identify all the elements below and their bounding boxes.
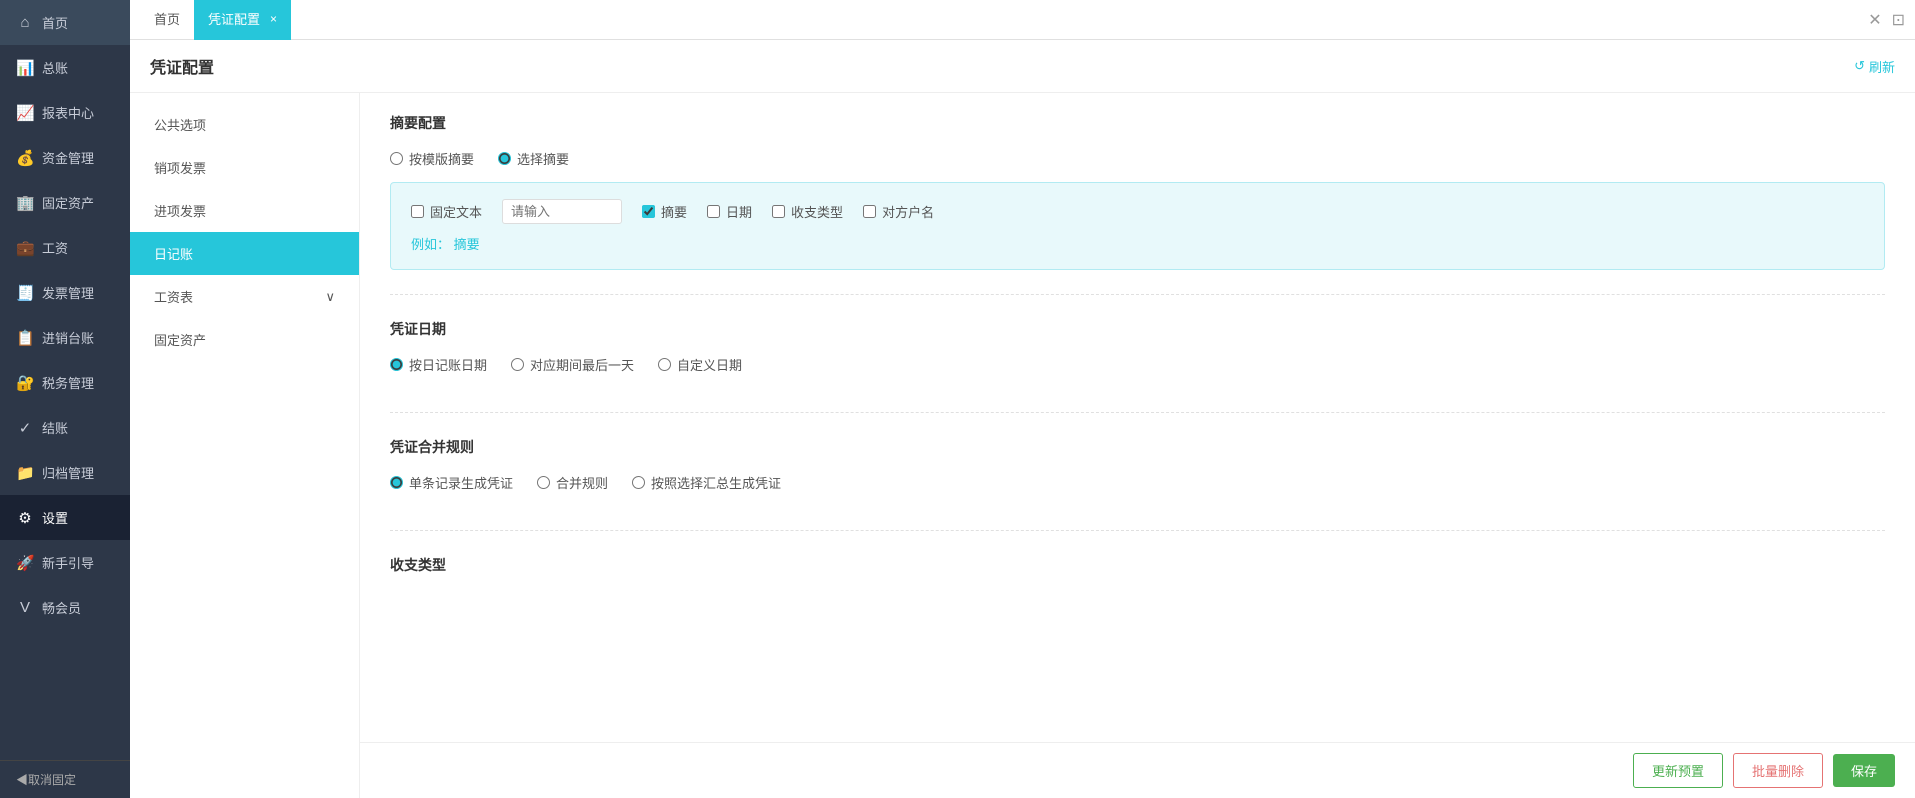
archive-icon: 📁 xyxy=(16,464,34,482)
salary-icon: 💼 xyxy=(16,239,34,257)
save-button[interactable]: 保存 xyxy=(1833,754,1895,787)
merge-rule-radio-single[interactable]: 单条记录生成凭证 xyxy=(390,473,513,492)
guide-icon: 🚀 xyxy=(16,554,34,572)
tab-bar: 首页 凭证配置 × ✕ ⊡ xyxy=(130,0,1915,40)
sidebar-item-purchase-sales[interactable]: 📋 进销台账 xyxy=(0,315,130,360)
left-nav-item-sales-invoice[interactable]: 销项发票 xyxy=(130,146,359,189)
action-bar: 更新预置 批量删除 保存 xyxy=(360,742,1915,798)
sidebar-item-settings[interactable]: ⚙ 设置 xyxy=(0,495,130,540)
update-preview-button[interactable]: 更新预置 xyxy=(1633,753,1723,788)
tab-home[interactable]: 首页 xyxy=(140,0,194,40)
sidebar-item-archive[interactable]: 📁 归档管理 xyxy=(0,450,130,495)
batch-delete-button[interactable]: 批量删除 xyxy=(1733,753,1823,788)
refresh-icon: ↺ xyxy=(1854,58,1865,74)
voucher-date-title: 凭证日期 xyxy=(390,319,1885,339)
example-text: 例如： 摘要 xyxy=(411,234,1864,253)
summary-radio-select[interactable]: 选择摘要 xyxy=(498,149,569,168)
tax-icon: 🔐 xyxy=(16,374,34,392)
ledger-icon: 📊 xyxy=(16,59,34,77)
sidebar-item-assets[interactable]: 🏢 固定资产 xyxy=(0,180,130,225)
merge-rule-radio-merge[interactable]: 合并规则 xyxy=(537,473,608,492)
tab-close-icon[interactable]: × xyxy=(270,12,277,26)
voucher-date-radio-journal[interactable]: 按日记账日期 xyxy=(390,355,487,374)
home-icon: ⌂ xyxy=(16,14,34,31)
voucher-date-radio-period[interactable]: 对应期间最后一天 xyxy=(511,355,634,374)
voucher-date-radio-group: 按日记账日期 对应期间最后一天 自定义日期 xyxy=(390,355,1885,374)
reports-icon: 📈 xyxy=(16,104,34,122)
page-header: 凭证配置 ↺ 刷新 xyxy=(130,40,1915,93)
voucher-date-section: 凭证日期 按日记账日期 对应期间最后一天 自定义日期 xyxy=(390,319,1885,413)
checkbox-summary[interactable]: 摘要 xyxy=(642,202,687,221)
summary-section: 摘要配置 按模版摘要 选择摘要 xyxy=(390,113,1885,295)
sidebar-unpin-button[interactable]: ◀取消固定 xyxy=(0,760,130,798)
left-nav-item-journal[interactable]: 日记账 xyxy=(130,232,359,275)
close-account-icon: ✓ xyxy=(16,419,34,437)
window-resize-icon[interactable]: ⊡ xyxy=(1892,10,1905,30)
chevron-down-icon: ∨ xyxy=(325,289,335,305)
checkbox-fixed-text[interactable]: 固定文本 xyxy=(411,202,482,221)
summary-checkbox-row: 固定文本 摘要 日期 xyxy=(411,199,1864,224)
fixed-text-input[interactable] xyxy=(502,199,622,224)
sidebar-item-home[interactable]: ⌂ 首页 xyxy=(0,0,130,45)
tab-voucher-config[interactable]: 凭证配置 × xyxy=(194,0,291,40)
sidebar-item-member[interactable]: V 畅会员 xyxy=(0,585,130,630)
checkbox-income-type[interactable]: 收支类型 xyxy=(772,202,843,221)
left-nav-item-payroll[interactable]: 工资表 ∨ xyxy=(130,275,359,318)
purchase-sales-icon: 📋 xyxy=(16,329,34,347)
member-icon: V xyxy=(16,599,34,616)
summary-radio-template[interactable]: 按模版摘要 xyxy=(390,149,474,168)
checkbox-counterpart[interactable]: 对方户名 xyxy=(863,202,934,221)
invoice-mgmt-icon: 🧾 xyxy=(16,284,34,302)
sidebar-item-salary[interactable]: 💼 工资 xyxy=(0,225,130,270)
left-nav: 公共选项 销项发票 进项发票 日记账 工资表 ∨ 固定资产 xyxy=(130,93,360,798)
sidebar-item-ledger[interactable]: 📊 总账 xyxy=(0,45,130,90)
sidebar-item-guide[interactable]: 🚀 新手引导 xyxy=(0,540,130,585)
page-title: 凭证配置 xyxy=(150,54,214,78)
settings-icon: ⚙ xyxy=(16,509,34,527)
assets-icon: 🏢 xyxy=(16,194,34,212)
left-nav-item-public[interactable]: 公共选项 xyxy=(130,103,359,146)
left-nav-item-purchase-invoice[interactable]: 进项发票 xyxy=(130,189,359,232)
summary-radio-group: 按模版摘要 选择摘要 xyxy=(390,149,1885,168)
income-type-title: 收支类型 xyxy=(390,555,1885,575)
tab-bar-actions: ✕ ⊡ xyxy=(1868,10,1905,30)
content-wrapper: 公共选项 销项发票 进项发票 日记账 工资表 ∨ 固定资产 xyxy=(130,93,1915,798)
sidebar-item-close[interactable]: ✓ 结账 xyxy=(0,405,130,450)
refresh-button[interactable]: ↺ 刷新 xyxy=(1854,57,1895,76)
merge-rule-title: 凭证合并规则 xyxy=(390,437,1885,457)
main-area: 首页 凭证配置 × ✕ ⊡ 凭证配置 ↺ 刷新 公共选项 销项发票 进项 xyxy=(130,0,1915,798)
sidebar-item-tax[interactable]: 🔐 税务管理 xyxy=(0,360,130,405)
income-type-section: 收支类型 xyxy=(390,555,1885,615)
checkbox-date[interactable]: 日期 xyxy=(707,202,752,221)
sidebar-item-funds[interactable]: 💰 资金管理 xyxy=(0,135,130,180)
left-nav-item-fixed-assets[interactable]: 固定资产 xyxy=(130,318,359,361)
funds-icon: 💰 xyxy=(16,149,34,167)
sidebar-item-invoice-mgmt[interactable]: 🧾 发票管理 xyxy=(0,270,130,315)
window-close-icon[interactable]: ✕ xyxy=(1868,10,1881,30)
right-content: 摘要配置 按模版摘要 选择摘要 xyxy=(360,93,1915,742)
voucher-date-radio-custom[interactable]: 自定义日期 xyxy=(658,355,742,374)
summary-section-title: 摘要配置 xyxy=(390,113,1885,133)
merge-rule-radio-group: 单条记录生成凭证 合并规则 按照选择汇总生成凭证 xyxy=(390,473,1885,492)
merge-rule-section: 凭证合并规则 单条记录生成凭证 合并规则 按照选择汇总生成凭证 xyxy=(390,437,1885,531)
summary-config-box: 固定文本 摘要 日期 xyxy=(390,182,1885,270)
sidebar-item-reports[interactable]: 📈 报表中心 xyxy=(0,90,130,135)
sidebar: ⌂ 首页 📊 总账 📈 报表中心 💰 资金管理 🏢 固定资产 💼 工资 🧾 发票… xyxy=(0,0,130,798)
merge-rule-radio-select-merge[interactable]: 按照选择汇总生成凭证 xyxy=(632,473,781,492)
